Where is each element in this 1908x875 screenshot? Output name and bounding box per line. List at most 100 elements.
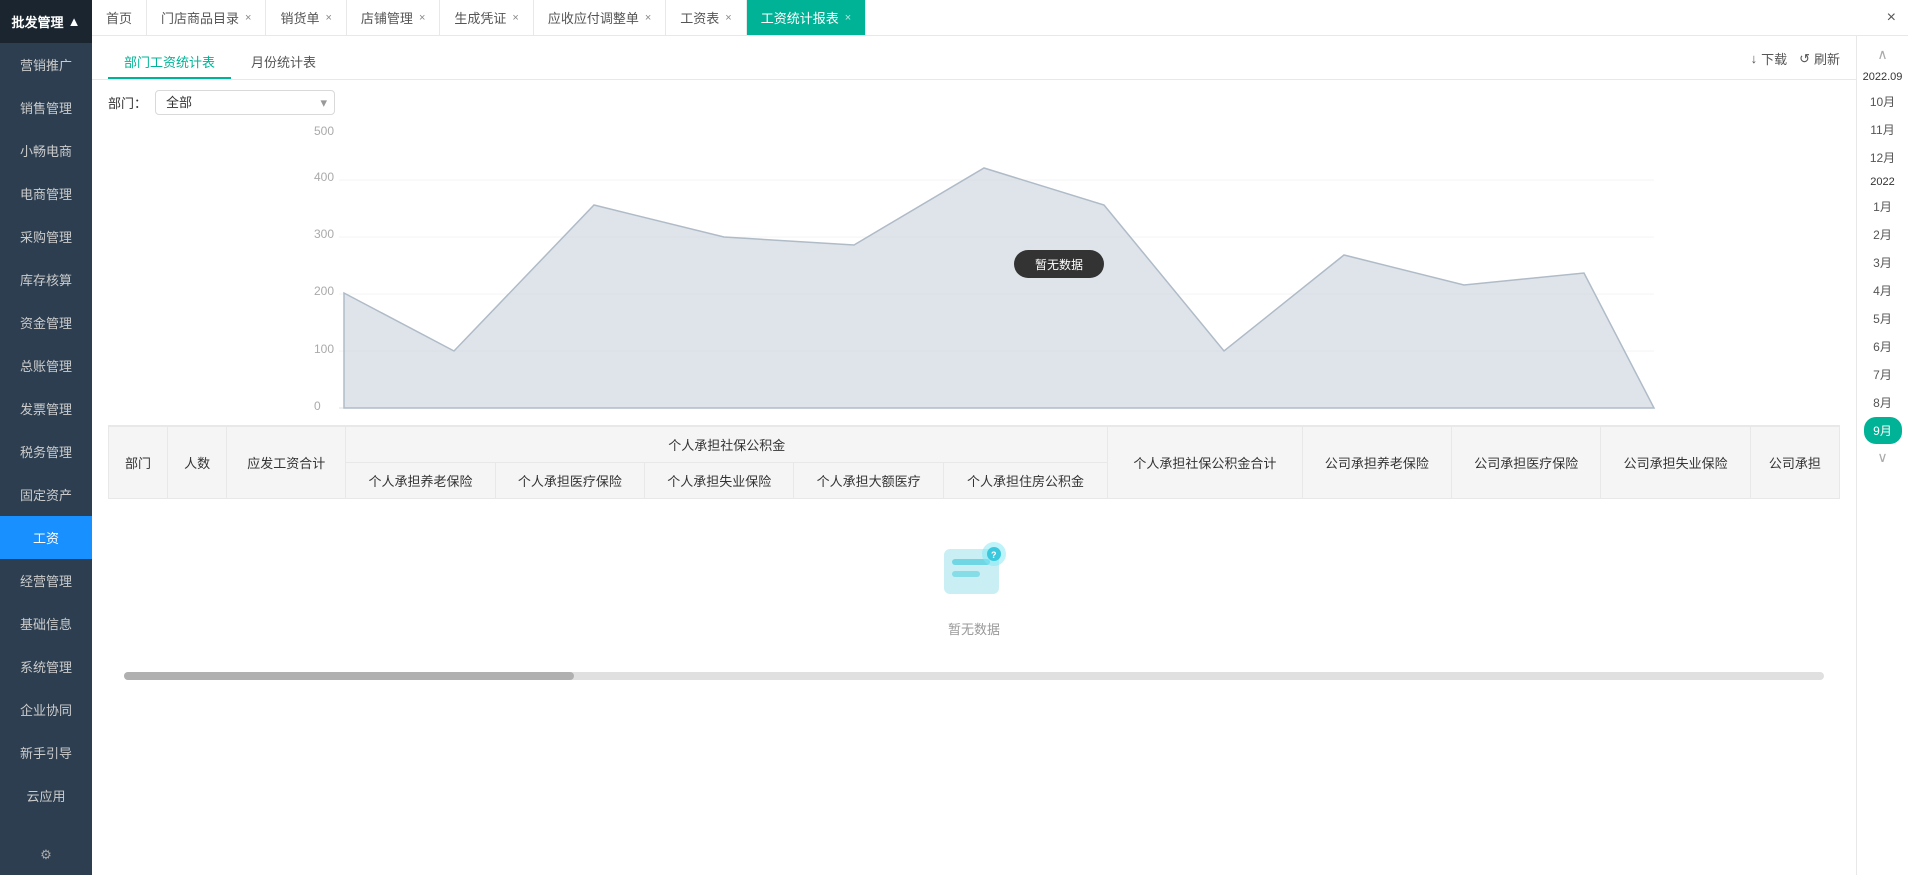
dept-select[interactable]: 全部 销售部 采购部 财务部 行政部 bbox=[155, 90, 335, 115]
timeline-month-prev-2[interactable]: 12月 bbox=[1864, 144, 1902, 171]
tab-label-gen-voucher: 生成凭证 bbox=[454, 8, 506, 27]
download-button[interactable]: ↓ 下载 bbox=[1751, 49, 1788, 68]
horizontal-scrollbar[interactable] bbox=[124, 672, 1824, 680]
sidebar-item-dsgld[interactable]: 电商管理 bbox=[0, 172, 92, 215]
sidebar-items: 营销推广销售管理小畅电商电商管理采购管理库存核算资金管理总账管理发票管理税务管理… bbox=[0, 43, 92, 817]
sidebar-item-kchs[interactable]: 库存核算 bbox=[0, 258, 92, 301]
timeline-month-curr-0[interactable]: 1月 bbox=[1864, 193, 1902, 220]
tab-dept-stats[interactable]: 部门工资统计表 bbox=[108, 46, 231, 79]
sidebar-item-cqgl[interactable]: 采购管理 bbox=[0, 215, 92, 258]
col-company-pension: 公司承担养老保险 bbox=[1302, 427, 1451, 499]
sidebar-item-xbds[interactable]: 小畅电商 bbox=[0, 129, 92, 172]
tab-close-gen-voucher[interactable]: × bbox=[512, 12, 518, 24]
timeline-year-prev: 2022.09 bbox=[1857, 67, 1908, 87]
toolbar: 部门： 全部 销售部 采购部 财务部 行政部 bbox=[92, 80, 1856, 125]
sidebar-item-yxtp[interactable]: 营销推广 bbox=[0, 43, 92, 86]
refresh-button[interactable]: ↺ 刷新 bbox=[1799, 49, 1840, 68]
timeline-down-btn[interactable]: ∨ bbox=[1877, 445, 1887, 470]
timeline-month-curr-7[interactable]: 8月 bbox=[1864, 389, 1902, 416]
no-data-state: ? 暂无数据 bbox=[108, 499, 1840, 668]
col-dept: 部门 bbox=[109, 427, 168, 499]
sub-tabs: 部门工资统计表 月份统计表 ↓ 下载 ↺ 刷新 bbox=[92, 36, 1856, 80]
refresh-icon: ↺ bbox=[1799, 51, 1810, 67]
tab-close-ap-ar[interactable]: × bbox=[645, 12, 651, 24]
sidebar-title: 批发管理 bbox=[12, 12, 64, 31]
sidebar-item-swgl[interactable]: 税务管理 bbox=[0, 430, 92, 473]
table-container: 部门 人数 应发工资合计 个人承担社保公积金 个人承担社保公积金合计 公司承担养… bbox=[108, 425, 1840, 668]
sidebar-item-jygl[interactable]: 经营管理 bbox=[0, 559, 92, 602]
timeline-month-curr-3[interactable]: 4月 bbox=[1864, 277, 1902, 304]
main-area: 首页 门店商品目录×销货单×店铺管理×生成凭证×应收应付调整单×工资表×工资统计… bbox=[92, 0, 1908, 875]
col-count: 人数 bbox=[168, 427, 227, 499]
timeline-month-curr-8[interactable]: 9月 bbox=[1864, 417, 1902, 444]
svg-text:400: 400 bbox=[314, 170, 334, 184]
sidebar: 批发管理 ▲ 营销推广销售管理小畅电商电商管理采购管理库存核算资金管理总账管理发… bbox=[0, 0, 92, 875]
tab-home[interactable]: 首页 bbox=[92, 0, 147, 35]
svg-text:200: 200 bbox=[314, 284, 334, 298]
sidebar-header[interactable]: 批发管理 ▲ bbox=[0, 0, 92, 43]
timeline-month-curr-5[interactable]: 6月 bbox=[1864, 333, 1902, 360]
sidebar-item-gz[interactable]: 工资 bbox=[0, 516, 92, 559]
tab-close-sales-order[interactable]: × bbox=[325, 12, 331, 24]
chart-area: 0 100 200 300 400 500 bbox=[92, 125, 1856, 875]
tab-payroll-report[interactable]: 工资统计报表× bbox=[747, 0, 866, 35]
svg-text:0: 0 bbox=[314, 399, 321, 413]
sidebar-item-gdwc[interactable]: 固定资产 bbox=[0, 473, 92, 516]
timeline-month-curr-2[interactable]: 3月 bbox=[1864, 249, 1902, 276]
timeline-year-curr: 2022 bbox=[1857, 172, 1908, 192]
timeline-month-prev-1[interactable]: 11月 bbox=[1864, 116, 1902, 143]
sidebar-item-xsyd[interactable]: 新手引导 bbox=[0, 731, 92, 774]
sidebar-item-yyyg[interactable]: 云应用 bbox=[0, 774, 92, 817]
dept-select-wrapper: 全部 销售部 采购部 财务部 行政部 bbox=[155, 90, 335, 115]
tab-ap-ar[interactable]: 应收应付调整单 × bbox=[534, 0, 666, 35]
svg-text:300: 300 bbox=[314, 227, 334, 241]
chart-container: 0 100 200 300 400 500 bbox=[108, 125, 1840, 425]
tab-close-shop-catalog[interactable]: × bbox=[245, 12, 251, 24]
tab-close-payroll-report[interactable]: × bbox=[845, 12, 851, 24]
timeline-month-prev-0[interactable]: 10月 bbox=[1864, 88, 1902, 115]
col-personal-large-medical: 个人承担大额医疗 bbox=[794, 463, 943, 499]
settings-icon: ⚙ bbox=[40, 847, 52, 862]
tab-bar: 首页 门店商品目录×销货单×店铺管理×生成凭证×应收应付调整单×工资表×工资统计… bbox=[92, 0, 1908, 36]
tab-gen-voucher[interactable]: 生成凭证 × bbox=[440, 0, 533, 35]
svg-text:500: 500 bbox=[314, 125, 334, 138]
sidebar-item-fpgl[interactable]: 发票管理 bbox=[0, 387, 92, 430]
col-total-wage: 应发工资合计 bbox=[227, 427, 346, 499]
tab-label-store-mgmt: 店铺管理 bbox=[361, 8, 413, 27]
tab-sales-order[interactable]: 销货单× bbox=[266, 0, 346, 35]
no-data-label: 暂无数据 bbox=[948, 619, 1000, 638]
col-personal-total: 个人承担社保公积金合计 bbox=[1108, 427, 1303, 499]
timeline-month-curr-4[interactable]: 5月 bbox=[1864, 305, 1902, 332]
col-company-other: 公司承担 bbox=[1750, 427, 1839, 499]
toolbar-left: 部门： 全部 销售部 采购部 财务部 行政部 bbox=[108, 90, 335, 115]
sidebar-item-qyxt[interactable]: 企业协同 bbox=[0, 688, 92, 731]
scrollbar-thumb[interactable] bbox=[124, 672, 574, 680]
tab-close-store-mgmt[interactable]: × bbox=[419, 12, 425, 24]
svg-text:100: 100 bbox=[314, 342, 334, 356]
tab-payroll[interactable]: 工资表 × bbox=[666, 0, 746, 35]
tab-shop-catalog[interactable]: 门店商品目录× bbox=[147, 0, 266, 35]
timeline-month-curr-1[interactable]: 2月 bbox=[1864, 221, 1902, 248]
tab-close-payroll[interactable]: × bbox=[725, 12, 731, 24]
tabs-container: 门店商品目录×销货单×店铺管理×生成凭证×应收应付调整单×工资表×工资统计报表× bbox=[147, 0, 866, 35]
timeline-sidebar: ∧ 2022.09 10月11月12月 2022 1月2月3月4月5月6月7月8… bbox=[1856, 36, 1908, 875]
data-table: 部门 人数 应发工资合计 个人承担社保公积金 个人承担社保公积金合计 公司承担养… bbox=[108, 426, 1840, 499]
sidebar-item-zjgl[interactable]: 资金管理 bbox=[0, 301, 92, 344]
settings-button[interactable]: ⚙ bbox=[0, 835, 92, 875]
no-data-illustration: ? bbox=[934, 529, 1014, 609]
tab-close-all[interactable]: × bbox=[1875, 0, 1908, 35]
tab-label-payroll: 工资表 bbox=[680, 8, 719, 27]
toolbar-right: ↓ 下载 ↺ 刷新 bbox=[1751, 49, 1840, 68]
timeline-up-btn[interactable]: ∧ bbox=[1877, 42, 1887, 67]
timeline-month-curr-6[interactable]: 7月 bbox=[1864, 361, 1902, 388]
sidebar-item-xtgl[interactable]: 系统管理 bbox=[0, 645, 92, 688]
page-content: 部门工资统计表 月份统计表 ↓ 下载 ↺ 刷新 bbox=[92, 36, 1856, 875]
tab-store-mgmt[interactable]: 店铺管理 × bbox=[347, 0, 440, 35]
col-personal-unemploy: 个人承担失业保险 bbox=[645, 463, 794, 499]
tab-month-stats[interactable]: 月份统计表 bbox=[235, 46, 332, 79]
sidebar-item-xsgl[interactable]: 销售管理 bbox=[0, 86, 92, 129]
svg-text:?: ? bbox=[991, 550, 997, 560]
sidebar-item-zzgl[interactable]: 总账管理 bbox=[0, 344, 92, 387]
sidebar-item-jcxx[interactable]: 基础信息 bbox=[0, 602, 92, 645]
tab-label-ap-ar: 应收应付调整单 bbox=[548, 8, 639, 27]
